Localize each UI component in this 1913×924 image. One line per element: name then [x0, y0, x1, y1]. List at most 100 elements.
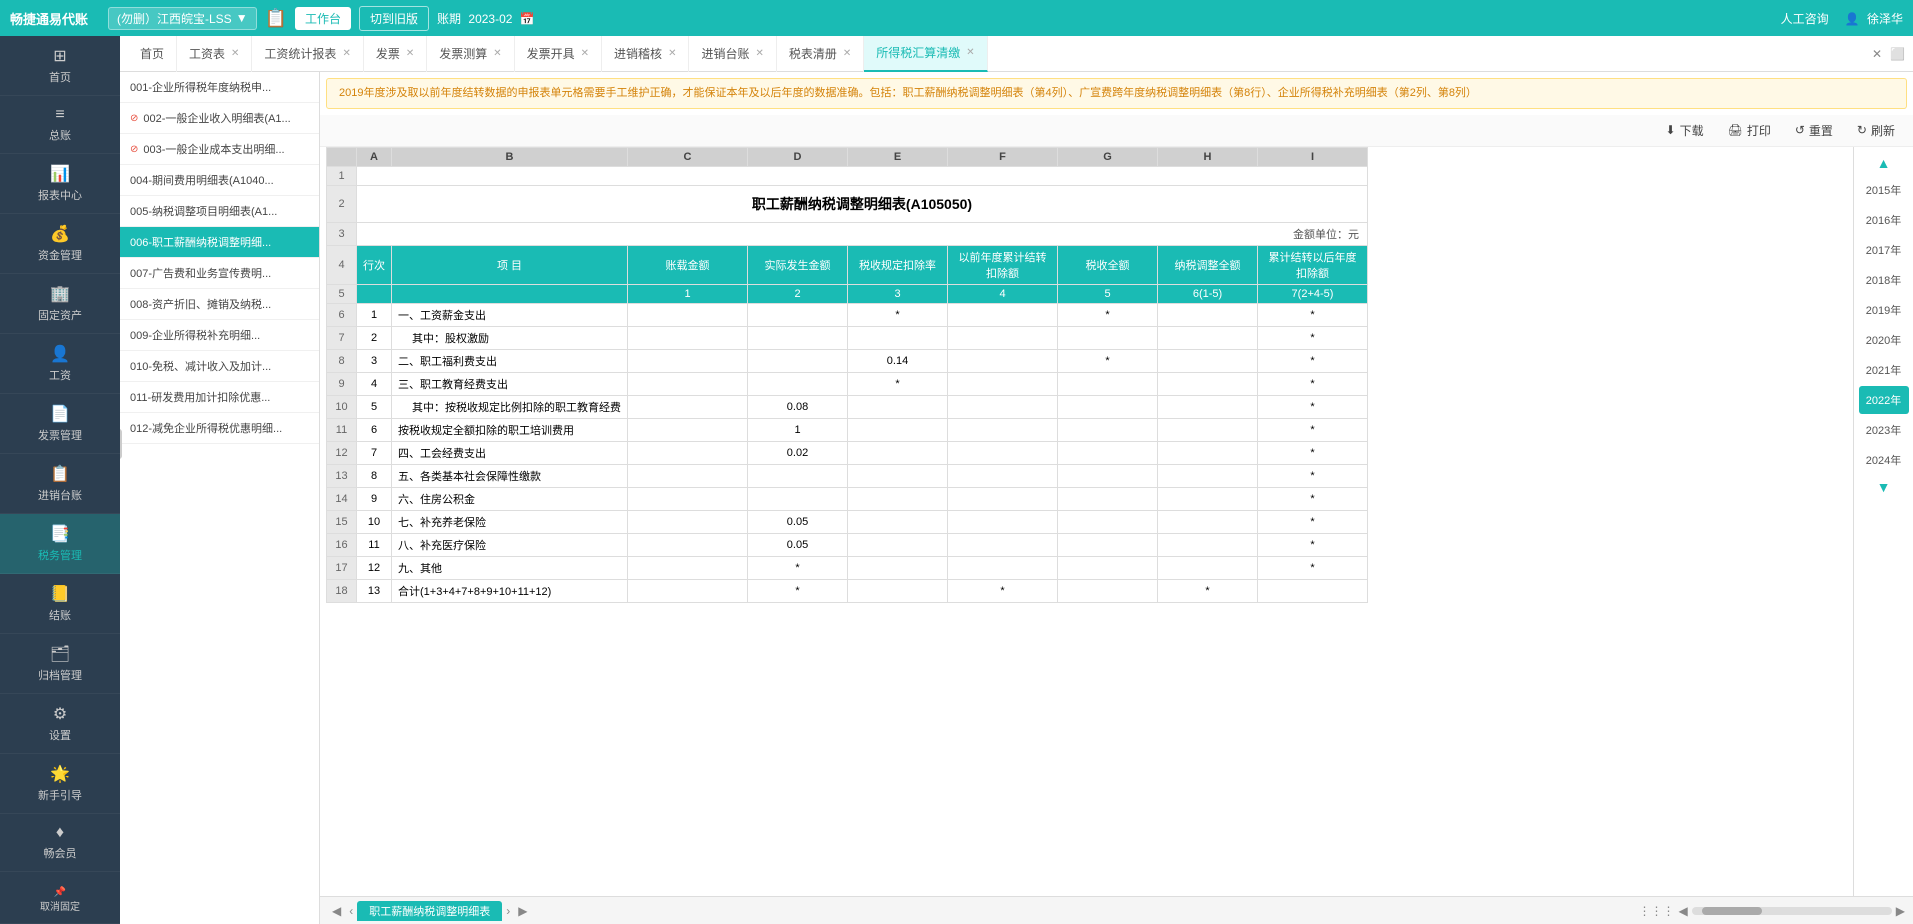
year-2015[interactable]: 2015年 [1859, 176, 1909, 204]
dr12-item[interactable]: 九、其他 [392, 556, 628, 579]
expand-icon[interactable]: ⬜ [1890, 47, 1905, 61]
scroll-right-icon[interactable]: ▶ [1896, 904, 1905, 918]
collapse-panel-btn[interactable]: « [120, 429, 122, 459]
dr13-c4[interactable]: * [948, 579, 1058, 602]
dr1-c3[interactable]: * [848, 303, 948, 326]
dr4-c4[interactable] [948, 372, 1058, 395]
tab-payroll-stats[interactable]: 工资统计报表 ✕ [252, 36, 363, 72]
dr8-c2[interactable] [748, 464, 848, 487]
dr8-c1[interactable] [628, 464, 748, 487]
dr7-c3[interactable] [848, 441, 948, 464]
close-all-icon[interactable]: ✕ [1872, 47, 1882, 61]
dr11-c4[interactable] [948, 533, 1058, 556]
bottom-next-nav[interactable]: › [506, 904, 510, 918]
dr11-c3[interactable] [848, 533, 948, 556]
tab-purchase-check[interactable]: 进销稽核 ✕ [602, 36, 689, 72]
dr5-item[interactable]: 其中：按税收规定比例扣除的职工教育经费 [392, 395, 628, 418]
close-invoice-calc-icon[interactable]: ✕ [493, 48, 501, 59]
dr3-c5[interactable]: * [1058, 349, 1158, 372]
dr3-c6[interactable] [1158, 349, 1258, 372]
dr9-item[interactable]: 六、住房公积金 [392, 487, 628, 510]
dr5-c1[interactable] [628, 395, 748, 418]
sidebar-item-unpin[interactable]: 📌 取消固定 [0, 877, 120, 924]
dr9-c3[interactable] [848, 487, 948, 510]
support-link[interactable]: 人工咨询 [1781, 10, 1829, 27]
dr3-c4[interactable] [948, 349, 1058, 372]
sidebar-item-member[interactable]: ♦ 畅会员 [0, 814, 120, 872]
dr3-c1[interactable] [628, 349, 748, 372]
sidebar-item-payroll[interactable]: 👤 工资 [0, 334, 120, 394]
refresh-btn[interactable]: ↻ 刷新 [1851, 119, 1901, 142]
dr13-c3[interactable] [848, 579, 948, 602]
dr2-c6[interactable] [1158, 326, 1258, 349]
dr3-item[interactable]: 二、职工福利费支出 [392, 349, 628, 372]
sidebar-item-home[interactable]: ⊞ 首页 [0, 36, 120, 96]
year-2018[interactable]: 2018年 [1859, 266, 1909, 294]
left-panel-item-003[interactable]: ⊘ 003-一般企业成本支出明细... [120, 134, 319, 165]
dr4-c6[interactable] [1158, 372, 1258, 395]
dr8-c6[interactable] [1158, 464, 1258, 487]
sidebar-item-close[interactable]: 📒 结账 [0, 574, 120, 634]
dr1-c1[interactable] [628, 303, 748, 326]
dr8-c7[interactable]: * [1258, 464, 1368, 487]
bottom-prev-nav[interactable]: ‹ [349, 904, 353, 918]
dr4-c7[interactable]: * [1258, 372, 1368, 395]
left-panel-item-005[interactable]: 005-纳税调整项目明细表(A1... [120, 196, 319, 227]
dr1-c7[interactable]: * [1258, 303, 1368, 326]
dr13-c1[interactable] [628, 579, 748, 602]
dr6-c1[interactable] [628, 418, 748, 441]
year-2016[interactable]: 2016年 [1859, 206, 1909, 234]
close-payroll-icon[interactable]: ✕ [231, 48, 239, 59]
dr12-c1[interactable] [628, 556, 748, 579]
tab-invoice[interactable]: 发票 ✕ [364, 36, 427, 72]
dr1-item[interactable]: 一、工资薪金支出 [392, 303, 628, 326]
dr10-c5[interactable] [1058, 510, 1158, 533]
left-panel-item-008[interactable]: 008-资产折旧、摊销及纳税... [120, 289, 319, 320]
company-selector[interactable]: (勿删）江西皖宝-LSS ▼ [108, 7, 257, 30]
close-purchase-check-icon[interactable]: ✕ [668, 48, 676, 59]
dr2-c1[interactable] [628, 326, 748, 349]
dr11-c1[interactable] [628, 533, 748, 556]
dr11-c5[interactable] [1058, 533, 1158, 556]
dr9-c7[interactable]: * [1258, 487, 1368, 510]
dr6-c2[interactable]: 1 [748, 418, 848, 441]
dr2-c4[interactable] [948, 326, 1058, 349]
dr1-c5[interactable]: * [1058, 303, 1158, 326]
dr5-c4[interactable] [948, 395, 1058, 418]
close-payroll-stats-icon[interactable]: ✕ [342, 48, 350, 59]
dr6-c4[interactable] [948, 418, 1058, 441]
dr6-c3[interactable] [848, 418, 948, 441]
dr8-c3[interactable] [848, 464, 948, 487]
dr3-c2[interactable] [748, 349, 848, 372]
bottom-right-nav[interactable]: ▶ [518, 904, 527, 918]
dr10-c2[interactable]: 0.05 [748, 510, 848, 533]
dr11-c2[interactable]: 0.05 [748, 533, 848, 556]
dr8-c5[interactable] [1058, 464, 1158, 487]
dr2-c3[interactable] [848, 326, 948, 349]
tab-home[interactable]: 首页 [128, 36, 177, 72]
dr5-c6[interactable] [1158, 395, 1258, 418]
dr6-item[interactable]: 按税收规定全额扣除的职工培训费用 [392, 418, 628, 441]
sidebar-item-invoice[interactable]: 📄 发票管理 [0, 394, 120, 454]
year-2021[interactable]: 2021年 [1859, 356, 1909, 384]
dr9-c6[interactable] [1158, 487, 1258, 510]
sidebar-item-assets[interactable]: 🏢 固定资产 [0, 274, 120, 334]
dr5-c5[interactable] [1058, 395, 1158, 418]
dr7-c1[interactable] [628, 441, 748, 464]
sidebar-item-guide[interactable]: 🌟 新手引导 [0, 754, 120, 814]
bottom-left-nav[interactable]: ◀ [332, 904, 341, 918]
download-btn[interactable]: ⬇ 下载 [1660, 119, 1710, 142]
left-panel-item-002[interactable]: ⊘ 002-一般企业收入明细表(A1... [120, 103, 319, 134]
close-purchase-ledger-icon[interactable]: ✕ [755, 48, 763, 59]
dr12-c2[interactable]: * [748, 556, 848, 579]
dr6-c5[interactable] [1058, 418, 1158, 441]
tab-tax-form[interactable]: 税表清册 ✕ [777, 36, 864, 72]
dr9-c4[interactable] [948, 487, 1058, 510]
scroll-left-icon[interactable]: ◀ [1679, 904, 1688, 918]
dr12-c4[interactable] [948, 556, 1058, 579]
dr3-c3[interactable]: 0.14 [848, 349, 948, 372]
left-panel-item-001[interactable]: 001-企业所得税年度纳税申... [120, 72, 319, 103]
print-btn[interactable]: 🖨 打印 [1722, 119, 1777, 142]
dr11-item[interactable]: 八、补充医疗保险 [392, 533, 628, 556]
dr12-c6[interactable] [1158, 556, 1258, 579]
